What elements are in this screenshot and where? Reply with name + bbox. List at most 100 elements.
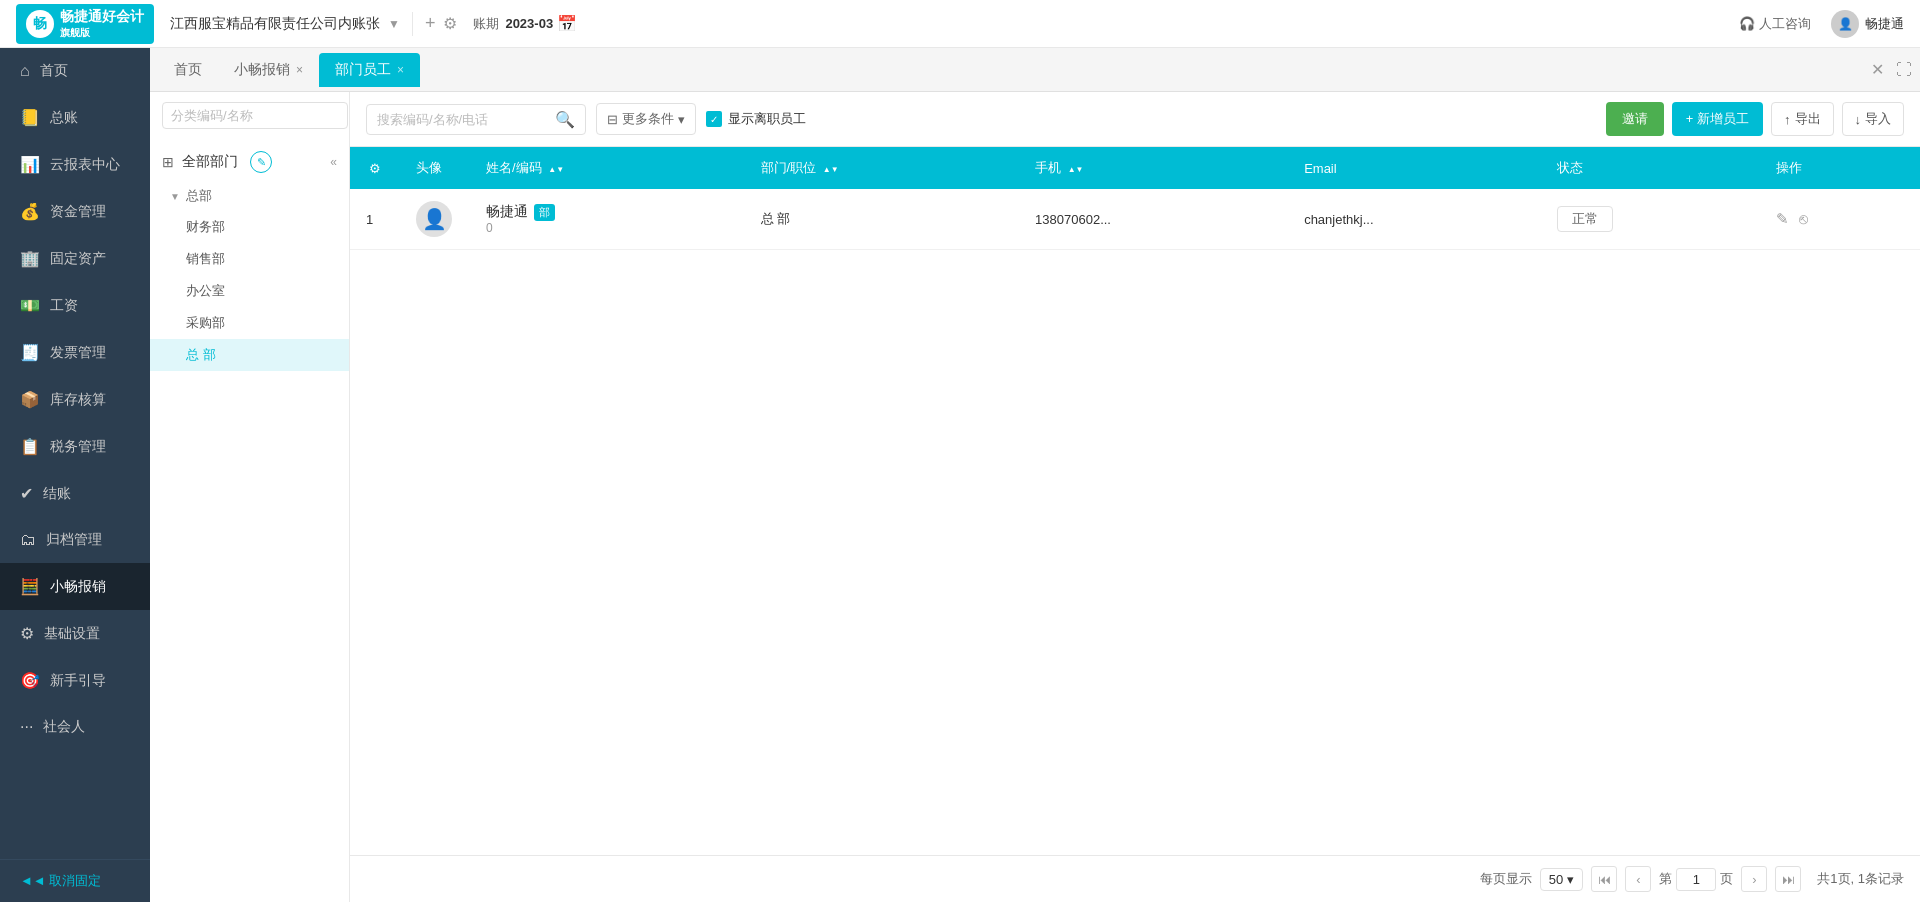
- filter-button[interactable]: ⊟ 更多条件 ▾: [596, 103, 696, 135]
- next-page-button[interactable]: ›: [1741, 866, 1767, 892]
- sidebar-item-label: 税务管理: [50, 438, 106, 456]
- col-gear[interactable]: ⚙: [350, 147, 400, 189]
- tab-expense[interactable]: 小畅报销 ×: [218, 53, 319, 87]
- import-button[interactable]: ↓ 导入: [1842, 102, 1905, 136]
- dept-item-office[interactable]: 办公室: [150, 275, 349, 307]
- sidebar-item-label: 新手引导: [50, 672, 106, 690]
- sidebar-item-guide[interactable]: 🎯 新手引导: [0, 657, 150, 704]
- employee-name: 畅捷通 部: [486, 203, 729, 221]
- sidebar-item-archive[interactable]: 🗂 归档管理: [0, 517, 150, 563]
- period-value[interactable]: 2023-03: [505, 16, 553, 31]
- sidebar-item-expense[interactable]: 🧮 小畅报销: [0, 563, 150, 610]
- row-action-buttons: ✎ ⎋: [1776, 210, 1904, 228]
- sidebar-item-label: 工资: [50, 297, 78, 315]
- total-info: 共1页, 1条记录: [1817, 870, 1904, 888]
- tab-employees[interactable]: 部门员工 ×: [319, 53, 420, 87]
- sidebar-item-invoice[interactable]: 🧾 发票管理: [0, 329, 150, 376]
- tax-icon: 📋: [20, 437, 40, 456]
- home-icon: ⌂: [20, 62, 30, 80]
- filter-label: 更多条件: [622, 110, 674, 128]
- employee-table: ⚙ 头像 姓名/编码 ▲▼ 部门/职位 ▲▼: [350, 147, 1920, 250]
- arrow-down-icon: ▼: [170, 191, 180, 202]
- invoice-icon: 🧾: [20, 343, 40, 362]
- all-dept-header[interactable]: ⊞ 全部部门 ✎ «: [150, 143, 349, 181]
- dept-item-general[interactable]: 总 部: [150, 339, 349, 371]
- employee-search-input[interactable]: [377, 112, 549, 127]
- funds-icon: 💰: [20, 202, 40, 221]
- last-page-button[interactable]: ⏭: [1775, 866, 1801, 892]
- row-status-cell: 正常: [1541, 189, 1760, 250]
- settings-icon[interactable]: ⚙: [443, 14, 457, 33]
- edit-dept-icon[interactable]: ✎: [250, 151, 272, 173]
- sidebar-item-funds[interactable]: 💰 资金管理: [0, 188, 150, 235]
- sidebar-item-label: 库存核算: [50, 391, 106, 409]
- chevron-down-icon: ▾: [1567, 872, 1574, 887]
- sidebar-item-reports[interactable]: 📊 云报表中心: [0, 141, 150, 188]
- col-name[interactable]: 姓名/编码 ▲▼: [470, 147, 745, 189]
- show-resigned-toggle[interactable]: ✓ 显示离职员工: [706, 110, 806, 128]
- per-page-label: 每页显示: [1480, 870, 1532, 888]
- row-name-cell: 畅捷通 部 0: [470, 189, 745, 250]
- sidebar-item-more[interactable]: ··· 社会人: [0, 704, 150, 750]
- prev-page-button[interactable]: ‹: [1625, 866, 1651, 892]
- dept-item-purchase[interactable]: 采购部: [150, 307, 349, 339]
- company-selector[interactable]: 江西服宝精品有限责任公司内账张 ▼: [170, 15, 400, 33]
- add-employee-button[interactable]: + 新增员工: [1672, 102, 1763, 136]
- close-expense-tab-icon[interactable]: ×: [296, 63, 303, 77]
- maximize-tab-icon[interactable]: ⛶: [1896, 61, 1912, 79]
- consult-button[interactable]: 🎧 人工咨询: [1739, 15, 1811, 33]
- pagination-bar: 每页显示 50 ▾ ⏮ ‹ 第 页 › ⏭ 共1页, 1条记录: [350, 855, 1920, 902]
- app-logo[interactable]: 畅 畅捷通好会计 旗舰版: [16, 4, 154, 44]
- sidebar-item-inventory[interactable]: 📦 库存核算: [0, 376, 150, 423]
- sidebar-item-settings[interactable]: ⚙ 基础设置: [0, 610, 150, 657]
- dept-root[interactable]: ▼ 总部: [150, 181, 349, 211]
- dept-item-finance[interactable]: 财务部: [150, 211, 349, 243]
- sort-name-icon[interactable]: ▲▼: [548, 165, 564, 174]
- export-button[interactable]: ↑ 导出: [1771, 102, 1834, 136]
- close-tab-icon[interactable]: ✕: [1871, 60, 1884, 79]
- employee-search-box[interactable]: 🔍: [366, 104, 586, 135]
- sort-phone-icon[interactable]: ▲▼: [1068, 165, 1084, 174]
- show-resigned-checkbox[interactable]: ✓: [706, 111, 722, 127]
- grid-icon: ⊞: [162, 154, 174, 170]
- sidebar-item-label: 发票管理: [50, 344, 106, 362]
- page-number-input[interactable]: [1676, 868, 1716, 891]
- invite-button[interactable]: 邀请: [1606, 102, 1664, 136]
- filter-icon: ⊟: [607, 112, 618, 127]
- close-employees-tab-icon[interactable]: ×: [397, 63, 404, 77]
- dept-item-sales[interactable]: 销售部: [150, 243, 349, 275]
- page-input-wrapper: 第 页: [1659, 868, 1733, 891]
- sidebar-item-close[interactable]: ✔ 结账: [0, 470, 150, 517]
- col-phone[interactable]: 手机 ▲▼: [1019, 147, 1288, 189]
- page-prefix: 第: [1659, 870, 1672, 888]
- sidebar-item-salary[interactable]: 💵 工资: [0, 282, 150, 329]
- sidebar-item-ledger[interactable]: 📒 总账: [0, 94, 150, 141]
- add-tab-button[interactable]: +: [425, 13, 436, 34]
- sidebar-item-home[interactable]: ⌂ 首页: [0, 48, 150, 94]
- status-badge: 正常: [1557, 206, 1613, 232]
- page-content: 🔍 ⊞ 全部部门 ✎ « ▼ 总部 财务部 销售部 办公室: [150, 92, 1920, 902]
- sidebar-item-label: 资金管理: [50, 203, 106, 221]
- per-page-value: 50: [1549, 872, 1563, 887]
- unpin-sidebar-button[interactable]: ◄◄ 取消固定: [0, 859, 150, 902]
- calendar-icon[interactable]: 📅: [557, 14, 577, 33]
- top-bar-right: 🎧 人工咨询 👤 畅捷通: [1739, 10, 1904, 38]
- per-page-select[interactable]: 50 ▾: [1540, 868, 1583, 891]
- dept-search-input[interactable]: [162, 102, 348, 129]
- emp-toolbar: 🔍 ⊟ 更多条件 ▾ ✓ 显示离职员工 邀请 + 新增员工: [350, 92, 1920, 147]
- tab-home[interactable]: 首页: [158, 53, 218, 87]
- col-avatar: 头像: [400, 147, 470, 189]
- export-label: 导出: [1795, 110, 1821, 128]
- search-icon[interactable]: 🔍: [555, 110, 575, 129]
- expense-icon: 🧮: [20, 577, 40, 596]
- sidebar-item-tax[interactable]: 📋 税务管理: [0, 423, 150, 470]
- col-dept[interactable]: 部门/职位 ▲▼: [745, 147, 1020, 189]
- user-info[interactable]: 👤 畅捷通: [1831, 10, 1904, 38]
- first-page-button[interactable]: ⏮: [1591, 866, 1617, 892]
- collapse-icon[interactable]: «: [330, 155, 337, 169]
- edit-employee-icon[interactable]: ✎: [1776, 210, 1789, 228]
- sidebar-item-assets[interactable]: 🏢 固定资产: [0, 235, 150, 282]
- logout-employee-icon[interactable]: ⎋: [1799, 210, 1808, 228]
- content-area: 首页 小畅报销 × 部门员工 × ✕ ⛶ 🔍: [150, 48, 1920, 902]
- sort-dept-icon[interactable]: ▲▼: [823, 165, 839, 174]
